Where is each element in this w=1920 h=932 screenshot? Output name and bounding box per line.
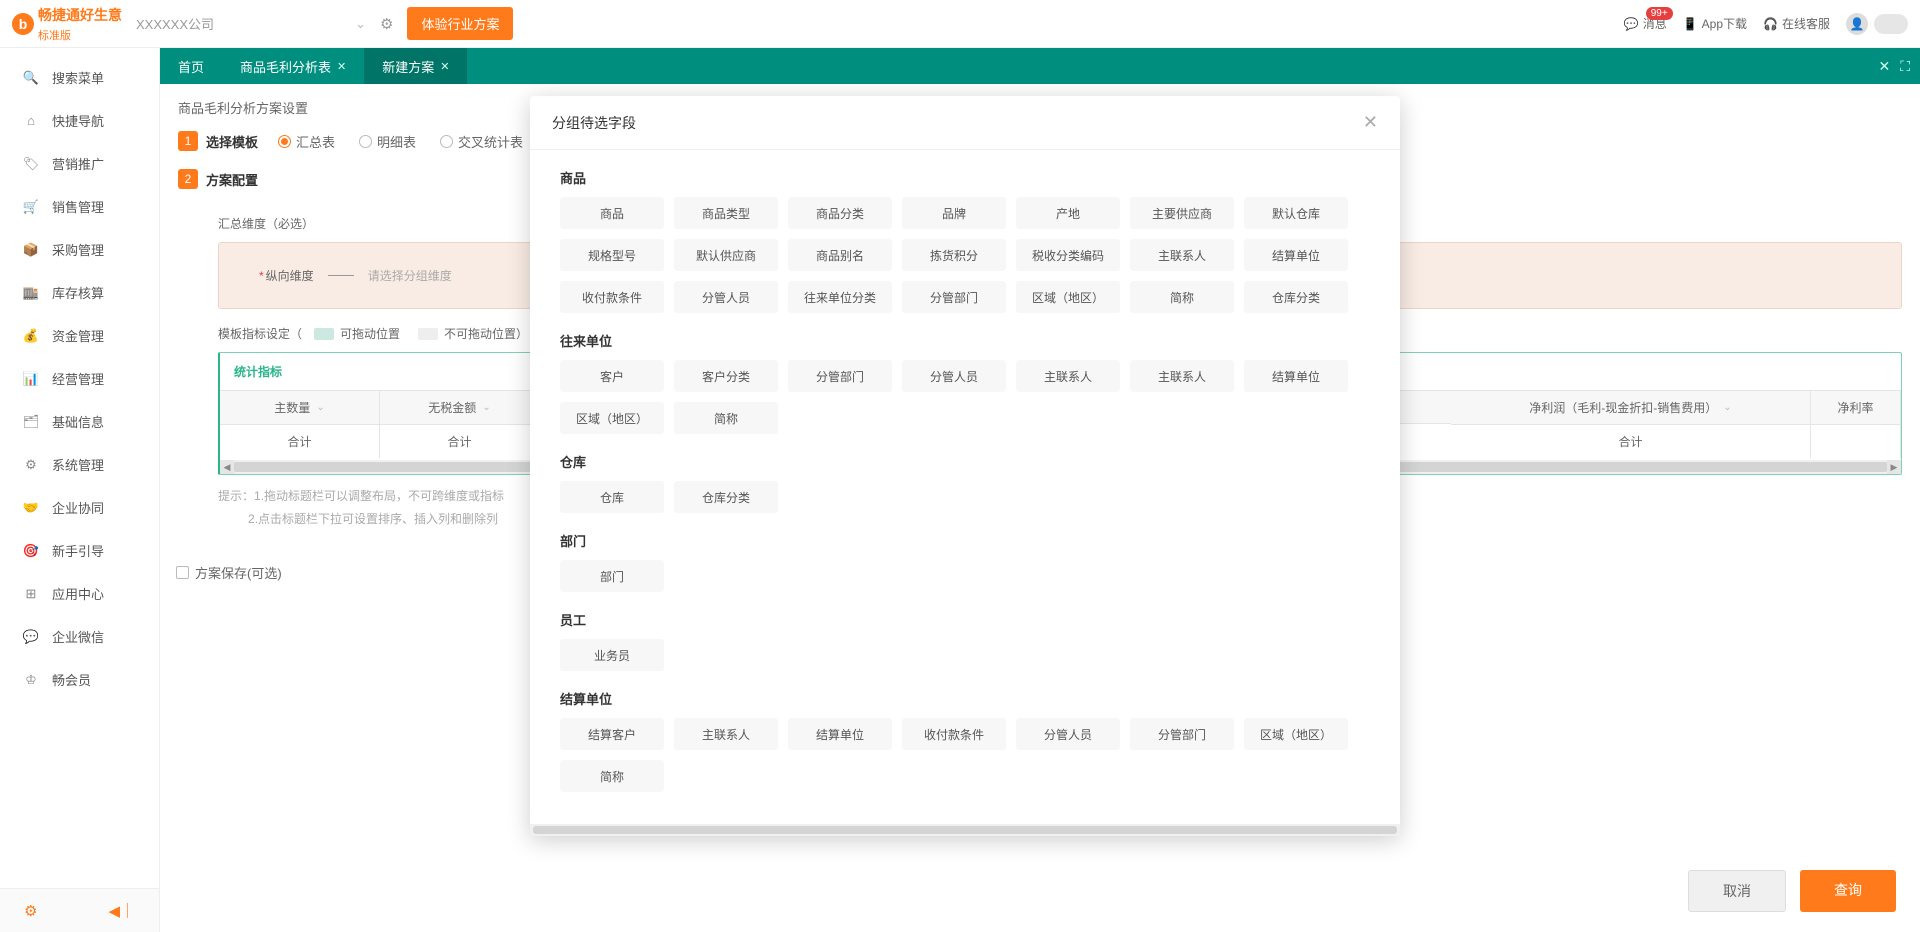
modal-body: 商品商品商品类型商品分类品牌产地主要供应商默认仓库规格型号默认供应商商品别名拣货… (530, 150, 1400, 824)
field-option-button[interactable]: 简称 (1130, 281, 1234, 313)
field-group-title: 往来单位 (560, 331, 1370, 350)
field-option-button[interactable]: 结算单位 (1244, 239, 1348, 271)
field-group: 往来单位客户客户分类分管部门分管人员主联系人主联系人结算单位区域（地区）简称 (560, 331, 1370, 434)
field-group-buttons: 结算客户主联系人结算单位收付款条件分管人员分管部门区域（地区） 简称 (560, 718, 1370, 792)
field-option-button[interactable]: 拣货积分 (902, 239, 1006, 271)
field-option-button[interactable]: 主联系人 (674, 718, 778, 750)
field-group-buttons: 客户客户分类分管部门分管人员主联系人主联系人结算单位区域（地区）简称 (560, 360, 1370, 434)
field-option-button[interactable]: 分管部门 (1130, 718, 1234, 750)
field-option-button[interactable]: 分管部门 (788, 360, 892, 392)
field-option-button[interactable]: 默认仓库 (1244, 197, 1348, 229)
field-option-button[interactable]: 分管部门 (902, 281, 1006, 313)
field-option-button[interactable]: 结算单位 (1244, 360, 1348, 392)
field-group: 仓库仓库仓库分类 (560, 452, 1370, 513)
field-option-button[interactable]: 默认供应商 (674, 239, 778, 271)
field-option-button[interactable]: 客户分类 (674, 360, 778, 392)
field-option-button[interactable]: 商品分类 (788, 197, 892, 229)
field-option-button[interactable]: 部门 (560, 560, 664, 592)
field-option-button[interactable]: 简称 (674, 402, 778, 434)
modal-hscroll-thumb[interactable] (533, 826, 1397, 834)
field-option-button[interactable]: 分管人员 (902, 360, 1006, 392)
field-option-button[interactable]: 品牌 (902, 197, 1006, 229)
field-option-button[interactable]: 分管人员 (1016, 718, 1120, 750)
modal-close-icon[interactable]: ✕ (1363, 112, 1378, 133)
field-group-buttons: 商品商品类型商品分类品牌产地主要供应商默认仓库规格型号默认供应商商品别名拣货积分… (560, 197, 1370, 313)
field-group-title: 仓库 (560, 452, 1370, 471)
field-group-buttons: 仓库仓库分类 (560, 481, 1370, 513)
field-option-button[interactable]: 主联系人 (1130, 239, 1234, 271)
field-option-button[interactable]: 主联系人 (1016, 360, 1120, 392)
field-option-button[interactable]: 客户 (560, 360, 664, 392)
field-option-button[interactable]: 区域（地区） (1244, 718, 1348, 750)
field-group: 部门部门 (560, 531, 1370, 592)
field-option-button[interactable]: 区域（地区） (1016, 281, 1120, 313)
field-group-title: 部门 (560, 531, 1370, 550)
field-option-button[interactable]: 商品类型 (674, 197, 778, 229)
field-option-button[interactable]: 商品别名 (788, 239, 892, 271)
field-option-button[interactable]: 税收分类编码 (1016, 239, 1120, 271)
field-option-button[interactable]: 收付款条件 (902, 718, 1006, 750)
field-option-button[interactable]: 收付款条件 (560, 281, 664, 313)
field-option-button[interactable]: 分管人员 (674, 281, 778, 313)
field-option-button[interactable]: 区域（地区） (560, 402, 664, 434)
field-group-title: 员工 (560, 610, 1370, 629)
modal-hscroll[interactable] (530, 824, 1400, 836)
field-option-button[interactable]: 往来单位分类 (788, 281, 892, 313)
field-option-button[interactable]: 主联系人 (1130, 360, 1234, 392)
field-option-button[interactable]: 仓库 (560, 481, 664, 513)
field-option-button[interactable]: 仓库分类 (1244, 281, 1348, 313)
field-option-button[interactable]: 规格型号 (560, 239, 664, 271)
field-option-button[interactable]: 主要供应商 (1130, 197, 1234, 229)
field-option-button[interactable]: 仓库分类 (674, 481, 778, 513)
field-option-button[interactable]: 业务员 (560, 639, 664, 671)
field-picker-modal: 分组待选字段 ✕ 商品商品商品类型商品分类品牌产地主要供应商默认仓库规格型号默认… (530, 96, 1400, 836)
field-option-button[interactable]: 结算单位 (788, 718, 892, 750)
field-group: 结算单位结算客户主联系人结算单位收付款条件分管人员分管部门区域（地区）简称 (560, 689, 1370, 792)
field-group: 员工业务员 (560, 610, 1370, 671)
field-group-buttons: 业务员 (560, 639, 1370, 671)
field-option-button[interactable]: 商品 (560, 197, 664, 229)
field-option-button[interactable]: 产地 (1016, 197, 1120, 229)
field-option-button[interactable]: 简称 (560, 760, 664, 792)
modal-header: 分组待选字段 ✕ (530, 96, 1400, 150)
field-option-button[interactable]: 结算客户 (560, 718, 664, 750)
modal-title: 分组待选字段 (552, 113, 636, 133)
field-group-buttons: 部门 (560, 560, 1370, 592)
field-group-title: 结算单位 (560, 689, 1370, 708)
field-group: 商品商品商品类型商品分类品牌产地主要供应商默认仓库规格型号默认供应商商品别名拣货… (560, 168, 1370, 313)
field-group-title: 商品 (560, 168, 1370, 187)
